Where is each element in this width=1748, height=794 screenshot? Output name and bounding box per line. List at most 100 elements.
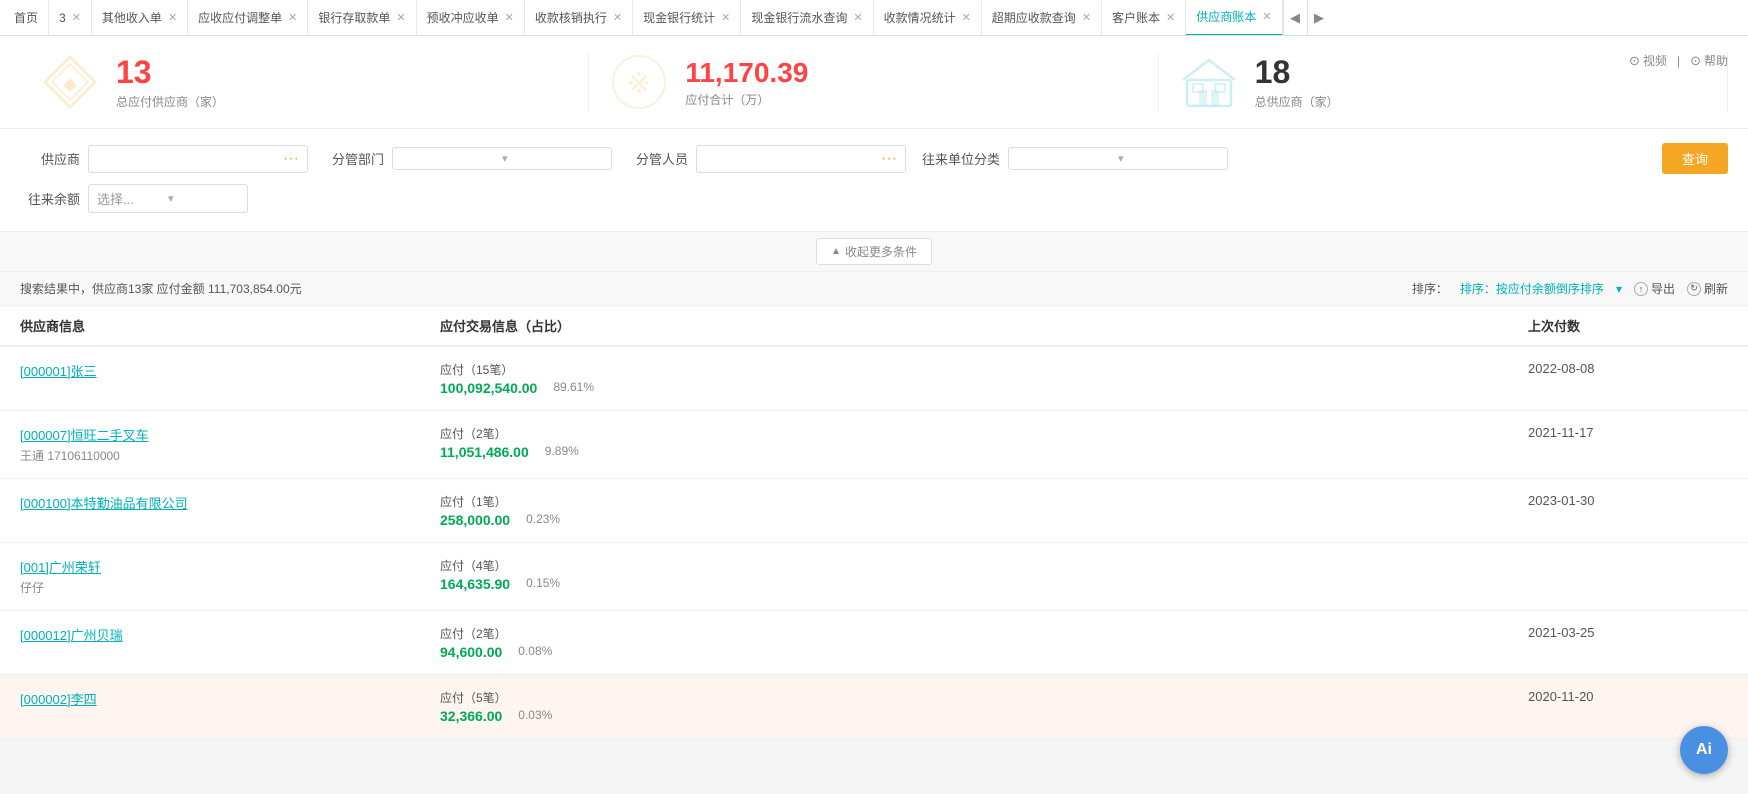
supplier-link-3[interactable]: [000100]本特勤油品有限公司 xyxy=(20,493,440,512)
refresh-icon: ↻ xyxy=(1687,282,1701,296)
nav-tab-other-income[interactable]: 其他收入单 ✕ xyxy=(92,0,188,36)
close-icon[interactable]: ✕ xyxy=(1082,11,1091,24)
last-pay-2: 2021-11-17 xyxy=(1528,425,1728,440)
supplier-link-1[interactable]: [000001]张三 xyxy=(20,361,440,380)
close-icon[interactable]: ✕ xyxy=(853,11,862,24)
export-button[interactable]: ↑ 导出 xyxy=(1634,280,1675,297)
nav-tab-overdue-query[interactable]: 超期应收款查询 ✕ xyxy=(982,0,1102,36)
supplier-link-5[interactable]: [000012]广州贝瑞 xyxy=(20,625,440,644)
result-bar: 搜索结果中，供应商13家 应付金额 111,703,854.00元 排序： 排序… xyxy=(0,272,1748,306)
person-dots-icon[interactable]: ··· xyxy=(881,150,897,168)
ai-label: Ai xyxy=(1696,741,1712,759)
trans-amount-6[interactable]: 32,366.00 xyxy=(440,708,502,724)
supplier-label: 供应商 xyxy=(20,149,80,168)
stat-value-payable-suppliers: 13 xyxy=(116,54,224,91)
store-icon xyxy=(1179,52,1239,112)
search-row-1: 供应商 ··· 分管部门 ▾ 分管人员 ··· 往来单位分类 xyxy=(20,143,1728,174)
svg-text:◆: ◆ xyxy=(63,74,77,94)
dept-field: 分管部门 ▾ xyxy=(324,147,612,170)
trans-amount-4[interactable]: 164,635.90 xyxy=(440,576,510,592)
trans-percent-3: 0.23% xyxy=(526,512,560,526)
balance-select[interactable]: 选择... ▾ xyxy=(88,184,248,213)
supplier-input[interactable] xyxy=(97,151,283,166)
trans-amount-2[interactable]: 11,051,486.00 xyxy=(440,444,529,460)
stat-info-payable-suppliers: 13 总应付供应商（家） xyxy=(116,54,224,110)
supplier-link-4[interactable]: [001]广州荣轩 xyxy=(20,557,440,576)
supplier-input-wrap[interactable]: ··· xyxy=(88,145,308,173)
result-text: 搜索结果中，供应商13家 应付金额 111,703,854.00元 xyxy=(20,280,302,297)
person-label: 分管人员 xyxy=(628,149,688,168)
nav-prev-arrow[interactable]: ◀ xyxy=(1283,0,1307,36)
supplier-link-2[interactable]: [000007]恒旺二手叉车 xyxy=(20,425,440,444)
refresh-button[interactable]: ↻ 刷新 xyxy=(1687,280,1728,297)
close-icon[interactable]: ✕ xyxy=(72,11,81,24)
supplier-info-3: [000100]本特勤油品有限公司 xyxy=(20,493,440,512)
transaction-info-1: 应付（15笔） 100,092,540.00 89.61% xyxy=(440,361,1528,396)
rice-icon: ※ xyxy=(609,52,669,112)
transaction-info-2: 应付（2笔） 11,051,486.00 9.89% xyxy=(440,425,1528,460)
stat-label-payable-total: 应付合计（万） xyxy=(685,91,808,108)
last-pay-date-6: 2020-11-20 xyxy=(1528,689,1594,704)
query-button[interactable]: 查询 xyxy=(1662,143,1728,174)
nav-tab-supplier-book[interactable]: 供应商账本 ✕ xyxy=(1186,0,1282,36)
nav-tab-ar-ap-adjust[interactable]: 应收应付调整单 ✕ xyxy=(188,0,308,36)
supplier-link-6[interactable]: [000002]李四 xyxy=(20,689,440,708)
supplier-dots-icon[interactable]: ··· xyxy=(283,150,299,168)
trans-row-2: 11,051,486.00 9.89% xyxy=(440,442,1528,460)
nav-tab-home[interactable]: 首页 xyxy=(4,0,49,36)
chevron-down-icon-2: ▾ xyxy=(1118,152,1219,165)
trans-amount-1[interactable]: 100,092,540.00 xyxy=(440,380,537,396)
close-icon[interactable]: ✕ xyxy=(288,11,297,24)
dept-select[interactable]: ▾ xyxy=(392,147,612,170)
nav-tab-cash-bank-query[interactable]: 现金银行流水查询 ✕ xyxy=(741,0,873,36)
supplier-info-4: [001]广州荣轩 仔仔 xyxy=(20,557,440,596)
close-icon[interactable]: ✕ xyxy=(1262,10,1271,23)
close-icon[interactable]: ✕ xyxy=(721,11,730,24)
close-icon[interactable]: ✕ xyxy=(168,11,177,24)
table-row: [001]广州荣轩 仔仔 应付（4笔） 164,635.90 0.15% xyxy=(0,543,1748,611)
supplier-field: 供应商 ··· xyxy=(20,145,308,173)
close-icon[interactable]: ✕ xyxy=(1166,11,1175,24)
ai-button[interactable]: Ai xyxy=(1680,726,1728,774)
last-pay-date-1: 2022-08-08 xyxy=(1528,361,1595,376)
data-table: 供应商信息 应付交易信息（占比） 上次付数 [000001]张三 应付（15笔）… xyxy=(0,306,1748,739)
nav-next-arrow[interactable]: ▶ xyxy=(1307,0,1331,36)
nav-tab-cash-bank-stat[interactable]: 现金银行统计 ✕ xyxy=(633,0,741,36)
stat-value-total-suppliers: 18 xyxy=(1255,54,1339,91)
trans-amount-3[interactable]: 258,000.00 xyxy=(440,512,510,528)
nav-tab-receipt-stat[interactable]: 收款情况统计 ✕ xyxy=(874,0,982,36)
header-help: ⊙ 视频 | ⊙ 帮助 xyxy=(1629,52,1728,69)
help-link[interactable]: ⊙ 帮助 xyxy=(1690,52,1728,69)
last-pay-6: 2020-11-20 xyxy=(1528,689,1728,704)
trans-percent-6: 0.03% xyxy=(518,708,552,722)
table-header: 供应商信息 应付交易信息（占比） 上次付数 xyxy=(0,306,1748,347)
trans-row-5: 94,600.00 0.08% xyxy=(440,642,1528,660)
help-icon: ⊙ xyxy=(1690,53,1701,69)
video-icon: ⊙ xyxy=(1629,53,1640,69)
close-icon[interactable]: ✕ xyxy=(505,11,514,24)
collapse-button[interactable]: ▲ 收起更多条件 xyxy=(816,238,932,265)
header-stats: ◆ 13 总应付供应商（家） ※ 11,170.39 应付合计（万） xyxy=(0,36,1748,129)
trans-label-3: 应付（1笔） xyxy=(440,493,1528,510)
person-input[interactable] xyxy=(705,151,881,166)
person-input-wrap[interactable]: ··· xyxy=(696,145,906,173)
diamond-icon: ◆ xyxy=(40,52,100,112)
close-icon[interactable]: ✕ xyxy=(396,11,405,24)
trans-percent-4: 0.15% xyxy=(526,576,560,590)
nav-tab-prepay-charge[interactable]: 预收冲应收单 ✕ xyxy=(417,0,525,36)
close-icon[interactable]: ✕ xyxy=(962,11,971,24)
trans-amount-5[interactable]: 94,600.00 xyxy=(440,644,502,660)
last-pay-date-2: 2021-11-17 xyxy=(1528,425,1594,440)
export-label: 导出 xyxy=(1651,280,1675,297)
export-icon: ↑ xyxy=(1634,282,1648,296)
nav-tab-bank-deposit[interactable]: 银行存取款单 ✕ xyxy=(308,0,416,36)
nav-tab-customer-book[interactable]: 客户账本 ✕ xyxy=(1102,0,1186,36)
close-icon[interactable]: ✕ xyxy=(613,11,622,24)
nav-tab-receipt-exec[interactable]: 收款核销执行 ✕ xyxy=(525,0,633,36)
sort-value[interactable]: 排序：按应付余额倒序排序 xyxy=(1460,280,1604,297)
category-select[interactable]: ▾ xyxy=(1008,147,1228,170)
chevron-down-icon: ▾ xyxy=(502,152,603,165)
nav-tab-3[interactable]: 3 ✕ xyxy=(49,0,92,36)
trans-label-2: 应付（2笔） xyxy=(440,425,1528,442)
video-link[interactable]: ⊙ 视频 xyxy=(1629,52,1667,69)
